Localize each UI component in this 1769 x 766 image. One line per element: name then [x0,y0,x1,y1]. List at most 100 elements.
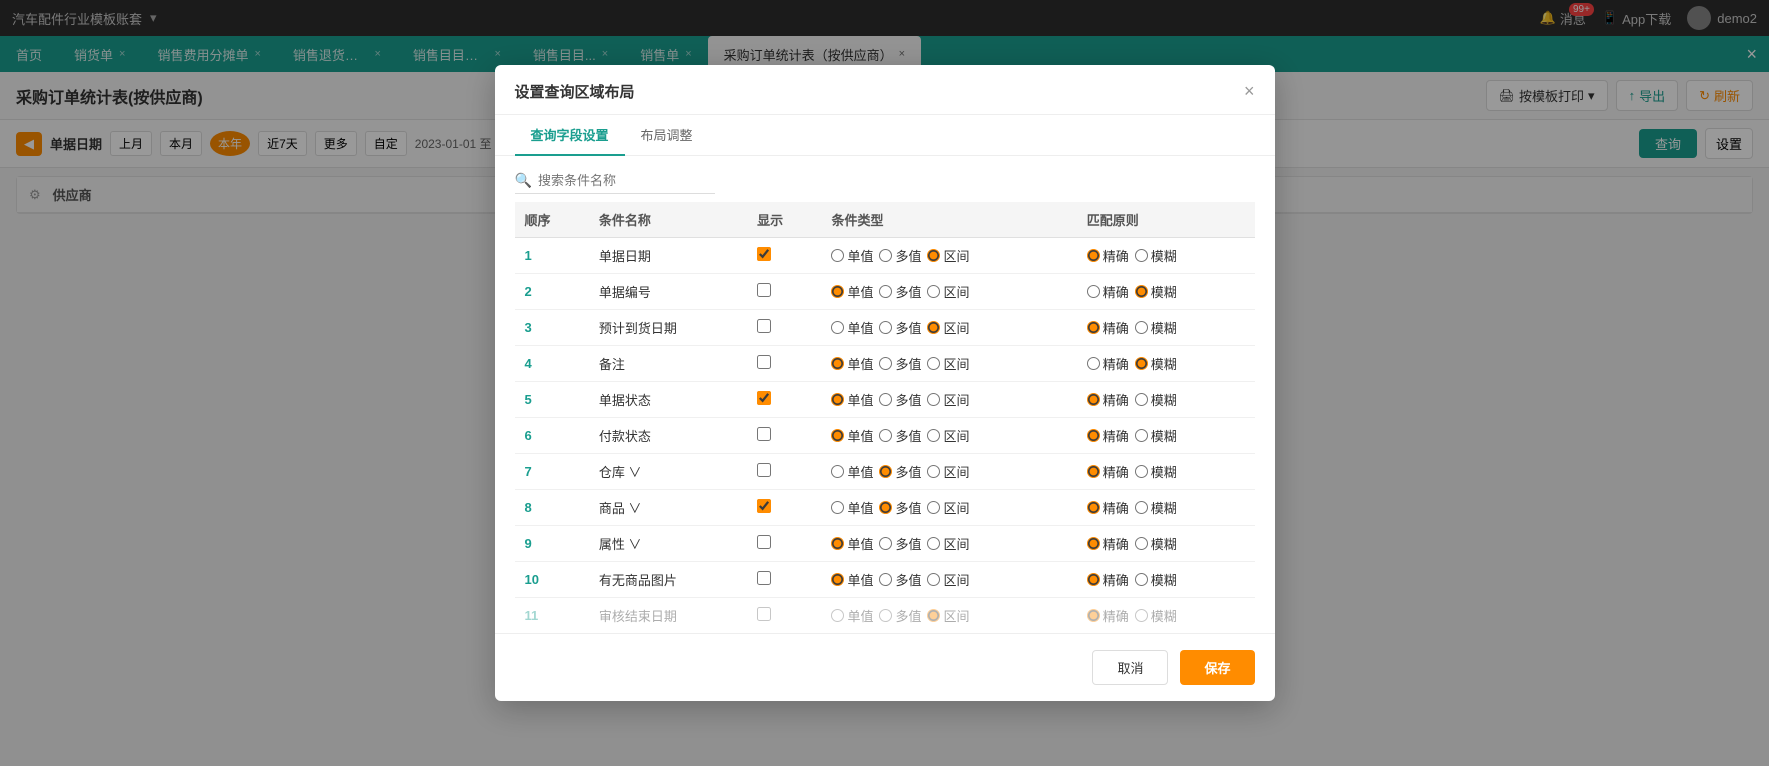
type-radio-区间[interactable]: 区间 [927,570,969,589]
type-radio-单值[interactable]: 单值 [831,282,873,301]
display-checkbox-wrap[interactable] [757,355,811,372]
match-radio-精确[interactable]: 精确 [1087,354,1129,373]
display-checkbox-wrap[interactable] [757,535,811,552]
type-radio-多值[interactable]: 多值 [879,282,921,301]
type-radio-input-多值[interactable] [879,573,892,586]
type-radio-input-多值[interactable] [879,465,892,478]
type-radio-区间[interactable]: 区间 [927,606,969,625]
type-radio-input-单值[interactable] [831,321,844,334]
type-radio-input-单值[interactable] [831,285,844,298]
display-checkbox-wrap[interactable] [757,319,811,336]
display-checkbox[interactable] [757,355,771,369]
type-radio-input-单值[interactable] [831,429,844,442]
display-checkbox[interactable] [757,247,771,261]
type-radio-多值[interactable]: 多值 [879,354,921,373]
match-radio-input-精确[interactable] [1087,357,1100,370]
type-radio-input-区间[interactable] [927,321,940,334]
match-radio-精确[interactable]: 精确 [1087,534,1129,553]
match-radio-精确[interactable]: 精确 [1087,390,1129,409]
dialog-close-button[interactable]: × [1244,81,1255,102]
type-radio-input-多值[interactable] [879,609,892,622]
display-checkbox-wrap[interactable] [757,283,811,300]
match-radio-input-精确[interactable] [1087,537,1100,550]
match-radio-模糊[interactable]: 模糊 [1135,246,1177,265]
type-radio-input-多值[interactable] [879,429,892,442]
type-radio-input-区间[interactable] [927,609,940,622]
match-radio-input-模糊[interactable] [1135,321,1148,334]
match-radio-精确[interactable]: 精确 [1087,318,1129,337]
type-radio-input-单值[interactable] [831,249,844,262]
match-radio-input-模糊[interactable] [1135,573,1148,586]
type-radio-input-区间[interactable] [927,537,940,550]
match-radio-input-精确[interactable] [1087,429,1100,442]
display-checkbox[interactable] [757,499,771,513]
match-radio-input-模糊[interactable] [1135,465,1148,478]
match-radio-input-精确[interactable] [1087,321,1100,334]
match-radio-精确[interactable]: 精确 [1087,498,1129,517]
display-checkbox[interactable] [757,319,771,333]
type-radio-单值[interactable]: 单值 [831,462,873,481]
type-radio-单值[interactable]: 单值 [831,390,873,409]
type-radio-单值[interactable]: 单值 [831,570,873,589]
match-radio-精确[interactable]: 精确 [1087,246,1129,265]
display-checkbox[interactable] [757,535,771,549]
type-radio-input-多值[interactable] [879,501,892,514]
match-radio-模糊[interactable]: 模糊 [1135,534,1177,553]
match-radio-精确[interactable]: 精确 [1087,282,1129,301]
type-radio-多值[interactable]: 多值 [879,318,921,337]
type-radio-单值[interactable]: 单值 [831,606,873,625]
type-radio-input-多值[interactable] [879,285,892,298]
type-radio-多值[interactable]: 多值 [879,426,921,445]
display-checkbox[interactable] [757,427,771,441]
type-radio-单值[interactable]: 单值 [831,426,873,445]
display-checkbox[interactable] [757,571,771,585]
display-checkbox[interactable] [757,283,771,297]
match-radio-input-模糊[interactable] [1135,357,1148,370]
match-radio-input-精确[interactable] [1087,573,1100,586]
type-radio-多值[interactable]: 多值 [879,390,921,409]
type-radio-input-多值[interactable] [879,357,892,370]
type-radio-区间[interactable]: 区间 [927,498,969,517]
match-radio-模糊[interactable]: 模糊 [1135,318,1177,337]
match-radio-input-精确[interactable] [1087,609,1100,622]
type-radio-单值[interactable]: 单值 [831,318,873,337]
match-radio-模糊[interactable]: 模糊 [1135,282,1177,301]
match-radio-input-模糊[interactable] [1135,285,1148,298]
display-checkbox[interactable] [757,463,771,477]
match-radio-input-模糊[interactable] [1135,537,1148,550]
type-radio-多值[interactable]: 多值 [879,462,921,481]
type-radio-input-区间[interactable] [927,357,940,370]
match-radio-精确[interactable]: 精确 [1087,570,1129,589]
type-radio-input-多值[interactable] [879,321,892,334]
match-radio-input-模糊[interactable] [1135,393,1148,406]
type-radio-单值[interactable]: 单值 [831,354,873,373]
type-radio-input-单值[interactable] [831,573,844,586]
type-radio-input-单值[interactable] [831,465,844,478]
match-radio-input-精确[interactable] [1087,285,1100,298]
cancel-button[interactable]: 取消 [1092,650,1168,685]
type-radio-区间[interactable]: 区间 [927,246,969,265]
type-radio-input-单值[interactable] [831,501,844,514]
match-radio-input-模糊[interactable] [1135,501,1148,514]
dialog-tab-fields[interactable]: 查询字段设置 [515,115,625,156]
type-radio-input-区间[interactable] [927,501,940,514]
match-radio-input-模糊[interactable] [1135,609,1148,622]
type-radio-区间[interactable]: 区间 [927,534,969,553]
match-radio-模糊[interactable]: 模糊 [1135,390,1177,409]
type-radio-多值[interactable]: 多值 [879,534,921,553]
type-radio-单值[interactable]: 单值 [831,246,873,265]
type-radio-区间[interactable]: 区间 [927,390,969,409]
match-radio-input-模糊[interactable] [1135,429,1148,442]
type-radio-input-单值[interactable] [831,537,844,550]
type-radio-区间[interactable]: 区间 [927,426,969,445]
match-radio-input-精确[interactable] [1087,465,1100,478]
display-checkbox-wrap[interactable] [757,499,811,516]
type-radio-input-单值[interactable] [831,609,844,622]
type-radio-区间[interactable]: 区间 [927,318,969,337]
type-radio-区间[interactable]: 区间 [927,462,969,481]
search-input[interactable] [538,173,698,188]
type-radio-input-区间[interactable] [927,393,940,406]
match-radio-模糊[interactable]: 模糊 [1135,426,1177,445]
match-radio-模糊[interactable]: 模糊 [1135,462,1177,481]
type-radio-input-区间[interactable] [927,285,940,298]
